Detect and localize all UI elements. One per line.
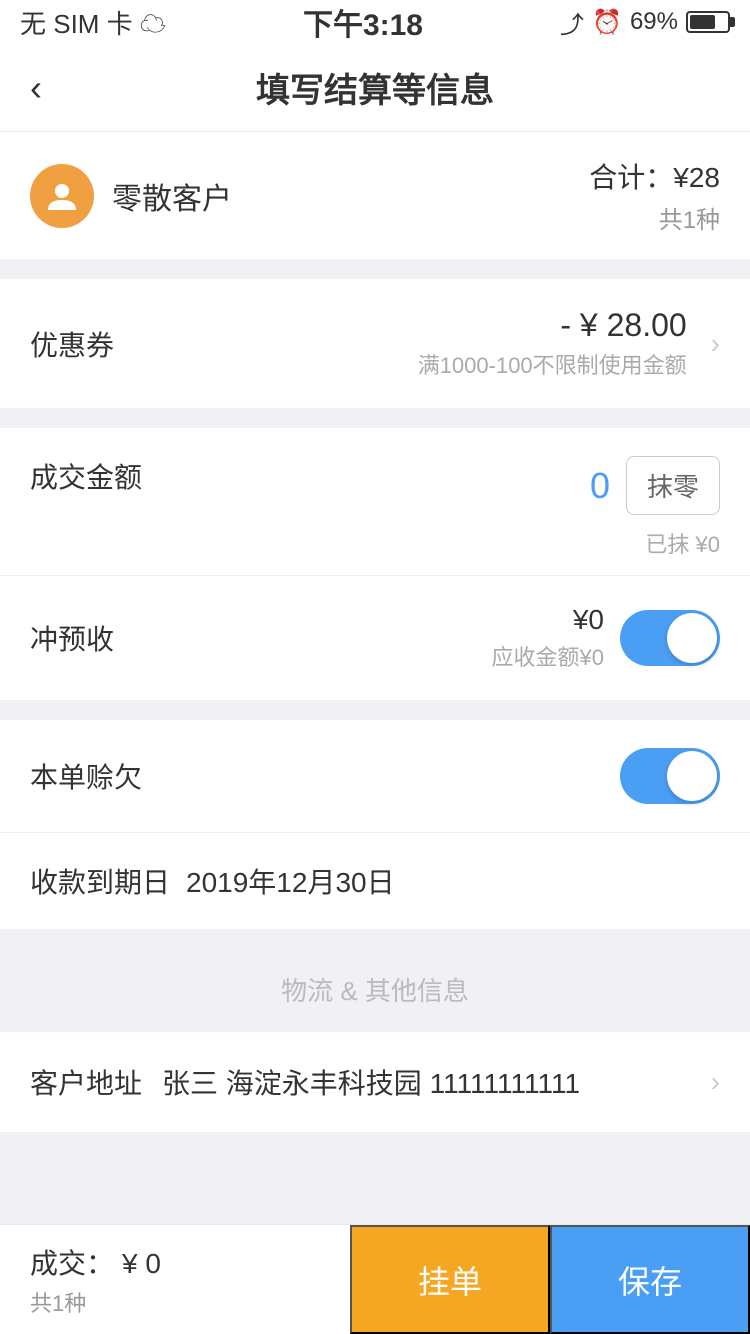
- customer-total: 合计：¥28: [589, 156, 720, 196]
- footer-deal-label: 成交：: [30, 1242, 114, 1282]
- deal-section: 成交金额 0 抹零 已抹 ¥0 冲预收 ¥0 应收金额¥0: [0, 428, 750, 700]
- status-left: 无 SIM 卡 ☁: [20, 4, 166, 41]
- customer-avatar: [30, 164, 94, 228]
- coupon-label: 优惠券: [30, 324, 114, 364]
- divider-1: [0, 259, 750, 279]
- pre-receive-row: 冲预收 ¥0 应收金额¥0: [0, 576, 750, 700]
- due-date-label: 收款到期日: [30, 861, 170, 901]
- pre-receive-value: ¥0: [492, 604, 604, 636]
- customer-left: 零散客户: [30, 164, 232, 228]
- location-icon: ⤴: [560, 5, 584, 40]
- debt-label: 本单赊欠: [30, 756, 142, 796]
- footer-deal-value: ¥ 0: [122, 1248, 161, 1280]
- deal-amount-row: 成交金额 0 抹零 已抹 ¥0: [0, 428, 750, 576]
- deal-amount-label: 成交金额: [30, 456, 142, 496]
- status-time: 下午3:18: [303, 0, 423, 44]
- address-label: 客户地址: [30, 1062, 142, 1102]
- nav-bar: ‹ 填写结算等信息: [0, 44, 750, 132]
- pre-receive-sub: 应收金额¥0: [492, 640, 604, 672]
- debt-toggle[interactable]: [620, 748, 720, 804]
- due-date-row: 收款到期日 2019年12月30日: [0, 833, 750, 929]
- debt-toggle-knob: [667, 751, 717, 801]
- status-right: ⤴ ⏰ 69%: [560, 5, 730, 40]
- footer-count: 共1种: [30, 1286, 320, 1318]
- coupon-row[interactable]: 优惠券 - ¥ 28.00 满1000-100不限制使用金额 ›: [0, 279, 750, 408]
- address-row[interactable]: 客户地址 张三 海淀永丰科技园 11111111111 ›: [0, 1032, 750, 1132]
- pre-receive-right: ¥0 应收金额¥0: [492, 604, 720, 672]
- toggle-knob: [667, 613, 717, 663]
- coupon-section: 优惠券 - ¥ 28.00 满1000-100不限制使用金额 ›: [0, 279, 750, 408]
- debt-section: 本单赊欠 收款到期日 2019年12月30日: [0, 720, 750, 929]
- coupon-right: - ¥ 28.00 满1000-100不限制使用金额 ›: [418, 307, 720, 380]
- due-date-value: 2019年12月30日: [186, 861, 395, 901]
- coupon-chevron: ›: [711, 328, 720, 360]
- battery-label: 69%: [630, 8, 678, 36]
- customer-right: 合计：¥28 共1种: [589, 156, 720, 235]
- status-bar: 无 SIM 卡 ☁ 下午3:18 ⤴ ⏰ 69%: [0, 0, 750, 44]
- page-title: 填写结算等信息: [256, 63, 494, 112]
- debt-row: 本单赊欠: [0, 720, 750, 833]
- coupon-amount: - ¥ 28.00: [418, 307, 687, 344]
- logistics-label: 物流 & 其他信息: [281, 976, 469, 1006]
- coupon-value-block: - ¥ 28.00 满1000-100不限制使用金额: [418, 307, 687, 380]
- deal-amount-right: 0 抹零 已抹 ¥0: [590, 456, 720, 559]
- pre-receive-toggle[interactable]: [620, 610, 720, 666]
- footer-summary: 成交： ¥ 0 共1种: [0, 1225, 350, 1334]
- coupon-desc: 满1000-100不限制使用金额: [418, 348, 687, 380]
- pre-receive-value-block: ¥0 应收金额¥0: [492, 604, 604, 672]
- save-button[interactable]: 保存: [550, 1225, 750, 1334]
- deal-amount-value: 0: [590, 465, 610, 507]
- deal-amount-sub: 已抹 ¥0: [645, 527, 720, 559]
- address-value: 张三 海淀永丰科技园 11111111111: [162, 1062, 683, 1102]
- customer-name: 零散客户: [112, 174, 232, 218]
- logistics-section: 物流 & 其他信息: [0, 949, 750, 1030]
- sim-label: 无 SIM 卡 ☁: [20, 4, 166, 41]
- divider-4: [0, 929, 750, 949]
- alarm-icon: ⏰: [592, 8, 622, 37]
- battery-icon: [686, 11, 730, 33]
- divider-3: [0, 700, 750, 720]
- back-button[interactable]: ‹: [30, 67, 42, 109]
- footer: 成交： ¥ 0 共1种 挂单 保存: [0, 1224, 750, 1334]
- content: 零散客户 合计：¥28 共1种 优惠券 - ¥ 28.00 满1000-100不…: [0, 132, 750, 1332]
- address-section: 客户地址 张三 海淀永丰科技园 11111111111 ›: [0, 1032, 750, 1132]
- customer-count: 共1种: [589, 200, 720, 235]
- customer-section: 零散客户 合计：¥28 共1种: [0, 132, 750, 259]
- hold-button[interactable]: 挂单: [350, 1225, 550, 1334]
- round-off-button[interactable]: 抹零: [626, 456, 720, 515]
- address-chevron: ›: [711, 1066, 720, 1098]
- pre-receive-label: 冲预收: [30, 618, 114, 658]
- divider-2: [0, 408, 750, 428]
